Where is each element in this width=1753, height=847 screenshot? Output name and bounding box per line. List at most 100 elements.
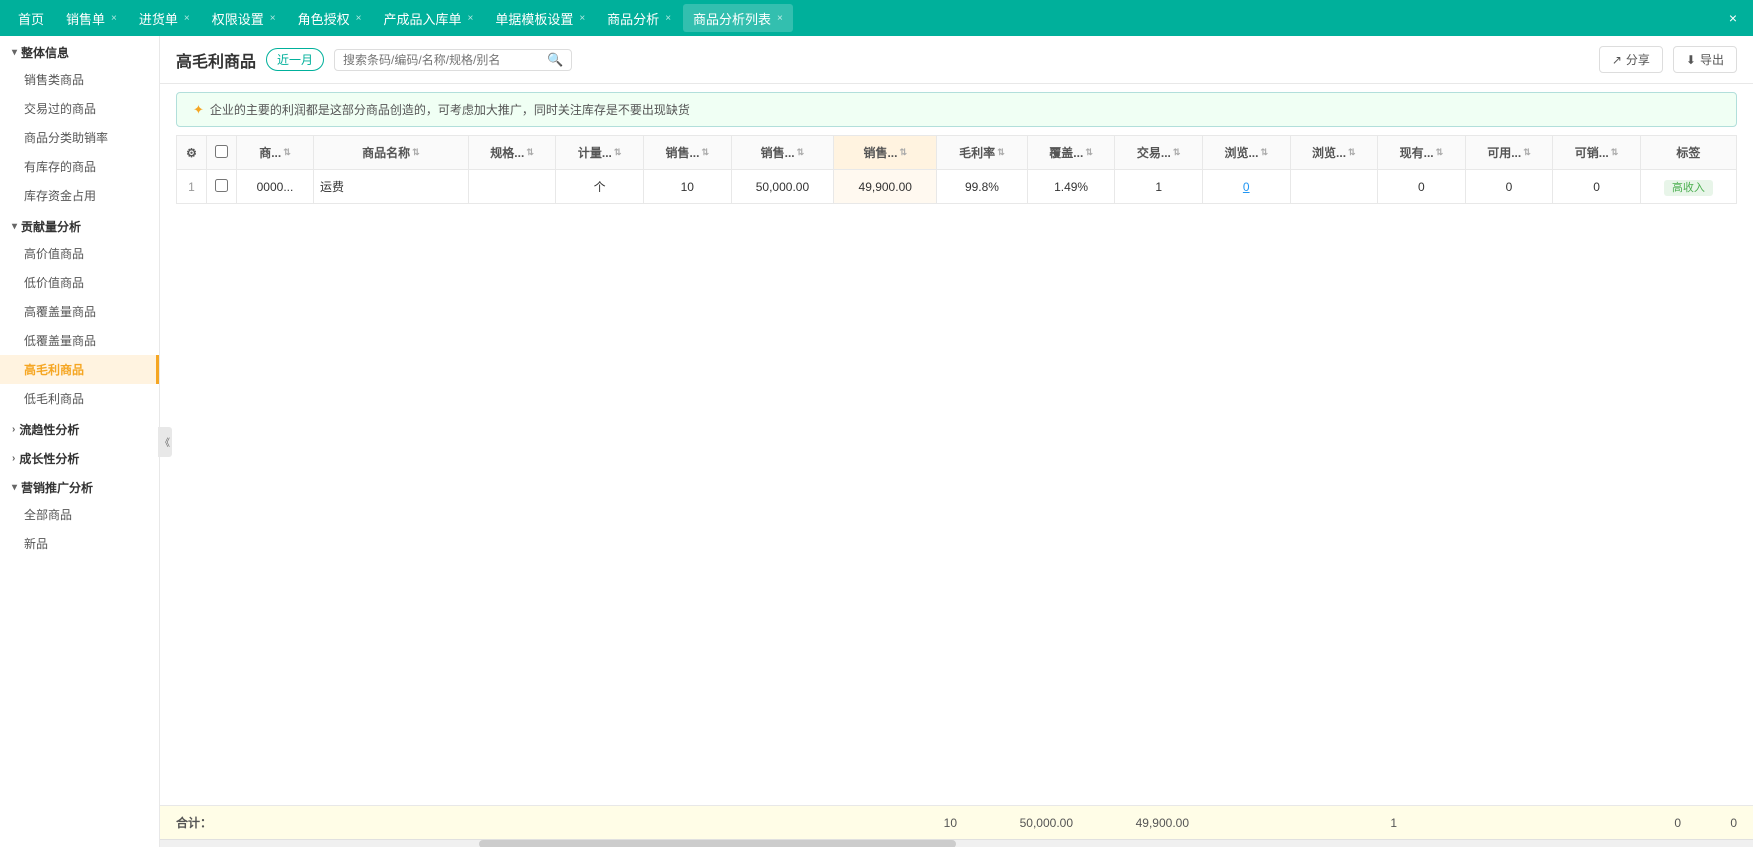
nav-tab-product-analysis[interactable]: 商品分析 × xyxy=(597,4,681,32)
sidebar-item-traded-goods[interactable]: 交易过的商品 xyxy=(0,94,159,123)
sidebar-group-overall[interactable]: ▾ 整体信息 xyxy=(0,36,159,65)
col-gross-margin[interactable]: 毛利率 ⇅ xyxy=(937,136,1028,170)
row-sales-cost: 49,900.00 xyxy=(834,170,937,204)
col-tag[interactable]: 标签 xyxy=(1640,136,1736,170)
sidebar-item-low-coverage[interactable]: 低覆盖量商品 xyxy=(0,326,159,355)
sidebar-item-sales-goods[interactable]: 销售类商品 xyxy=(0,65,159,94)
col-unit[interactable]: 计量... ⇅ xyxy=(556,136,644,170)
window-close-button[interactable]: × xyxy=(1721,6,1745,30)
expand-icon: ▾ xyxy=(12,221,17,232)
col-sellable[interactable]: 可销... ⇅ xyxy=(1553,136,1641,170)
sort-icon[interactable]: ⇅ xyxy=(997,147,1005,158)
close-icon[interactable]: × xyxy=(356,13,362,24)
date-filter-button[interactable]: 近一月 xyxy=(266,48,324,71)
row-select-checkbox[interactable] xyxy=(215,179,228,192)
col-trade[interactable]: 交易... ⇅ xyxy=(1115,136,1203,170)
col-coverage[interactable]: 覆盖... ⇅ xyxy=(1027,136,1115,170)
row-view2 xyxy=(1290,170,1378,204)
col-available[interactable]: 可用... ⇅ xyxy=(1465,136,1553,170)
sort-icon[interactable]: ⇅ xyxy=(1085,147,1093,158)
close-icon[interactable]: × xyxy=(467,13,473,24)
info-banner: ✦ 企业的主要的利润都是这部分商品创造的，可考虑加大推广，同时关注库存是不要出现… xyxy=(176,92,1737,127)
sidebar-item-low-value[interactable]: 低价值商品 xyxy=(0,268,159,297)
sidebar-item-stock-capital[interactable]: 库存资金占用 xyxy=(0,181,159,210)
sort-icon[interactable]: ⇅ xyxy=(701,147,709,158)
nav-tab-sales[interactable]: 销售单 × xyxy=(56,4,127,32)
close-icon[interactable]: × xyxy=(111,13,117,24)
col-view1[interactable]: 浏览... ⇅ xyxy=(1202,136,1290,170)
table-footer: 合计： 10 50,000.00 49,900.00 1 0 0 xyxy=(160,805,1753,839)
sidebar-item-stocked-goods[interactable]: 有库存的商品 xyxy=(0,152,159,181)
sidebar-group-contribution[interactable]: ▾ 贡献量分析 xyxy=(0,210,159,239)
col-spec[interactable]: 规格... ⇅ xyxy=(468,136,556,170)
col-name[interactable]: 商品名称 ⇅ xyxy=(313,136,468,170)
row-unit: 个 xyxy=(556,170,644,204)
row-tag: 高收入 xyxy=(1640,170,1736,204)
sidebar-collapse-button[interactable]: 《 xyxy=(158,427,172,457)
search-icon[interactable]: 🔍 xyxy=(547,52,563,68)
sort-icon[interactable]: ⇅ xyxy=(1260,147,1268,158)
nav-tab-product-entry[interactable]: 产成品入库单 × xyxy=(373,4,483,32)
sidebar-item-high-margin[interactable]: 高毛利商品 xyxy=(0,355,159,384)
sidebar-item-all-goods[interactable]: 全部商品 xyxy=(0,500,159,529)
sort-icon[interactable]: ⇅ xyxy=(614,147,622,158)
search-box: 🔍 xyxy=(334,49,572,71)
share-icon: ↗ xyxy=(1612,53,1622,67)
col-view2[interactable]: 浏览... ⇅ xyxy=(1290,136,1378,170)
sidebar-item-low-margin[interactable]: 低毛利商品 xyxy=(0,384,159,413)
sidebar-group-trend[interactable]: › 流趋性分析 xyxy=(0,413,159,442)
sort-icon[interactable]: ⇅ xyxy=(412,147,420,158)
close-icon[interactable]: × xyxy=(777,13,783,24)
sort-icon[interactable]: ⇅ xyxy=(899,147,907,158)
sort-icon[interactable]: ⇅ xyxy=(1436,147,1444,158)
col-code[interactable]: 商... ⇅ xyxy=(237,136,314,170)
close-icon[interactable]: × xyxy=(665,13,671,24)
close-icon[interactable]: × xyxy=(579,13,585,24)
sort-icon[interactable]: ⇅ xyxy=(526,147,534,158)
info-icon: ✦ xyxy=(193,102,204,118)
row-name: 运费 xyxy=(313,170,468,204)
col-sales-cost[interactable]: 销售... ⇅ xyxy=(834,136,937,170)
sort-icon[interactable]: ⇅ xyxy=(1523,147,1531,158)
col-sales-qty[interactable]: 销售... ⇅ xyxy=(643,136,731,170)
expand-icon: ▾ xyxy=(12,482,17,493)
col-checkbox[interactable] xyxy=(207,136,237,170)
nav-tab-purchase[interactable]: 进货单 × xyxy=(129,4,200,32)
sort-icon[interactable]: ⇅ xyxy=(1611,147,1619,158)
horizontal-scrollbar[interactable] xyxy=(160,839,1753,847)
nav-tab-home[interactable]: 首页 xyxy=(8,4,54,32)
row-checkbox[interactable] xyxy=(207,170,237,204)
close-icon[interactable]: × xyxy=(270,13,276,24)
export-button[interactable]: ⬇ 导出 xyxy=(1673,46,1737,73)
sidebar-item-new-goods[interactable]: 新品 xyxy=(0,529,159,558)
col-sales-amount[interactable]: 销售... ⇅ xyxy=(731,136,834,170)
scrollbar-thumb[interactable] xyxy=(479,840,957,847)
sidebar-group-growth[interactable]: › 成长性分析 xyxy=(0,442,159,471)
search-input[interactable] xyxy=(343,53,543,67)
sort-icon[interactable]: ⇅ xyxy=(797,147,805,158)
nav-tab-product-analysis-list[interactable]: 商品分析列表 × xyxy=(683,4,793,32)
nav-tab-permissions[interactable]: 权限设置 × xyxy=(202,4,286,32)
sort-icon[interactable]: ⇅ xyxy=(1348,147,1356,158)
row-coverage: 1.49% xyxy=(1027,170,1115,204)
sidebar-group-marketing[interactable]: ▾ 营销推广分析 xyxy=(0,471,159,500)
content-header: 高毛利商品 近一月 🔍 ↗ 分享 ⬇ 导出 xyxy=(160,36,1753,84)
close-icon[interactable]: × xyxy=(184,13,190,24)
share-button[interactable]: ↗ 分享 xyxy=(1599,46,1663,73)
nav-tab-roles[interactable]: 角色授权 × xyxy=(288,4,372,32)
select-all-checkbox[interactable] xyxy=(215,145,228,158)
nav-tab-template-settings[interactable]: 单据模板设置 × xyxy=(485,4,595,32)
row-view1[interactable]: 0 xyxy=(1202,170,1290,204)
table-row: 1 0000... 运费 个 10 50,000.00 49,900.00 99… xyxy=(177,170,1737,204)
sidebar-item-category-rate[interactable]: 商品分类助销率 xyxy=(0,123,159,152)
row-current: 0 xyxy=(1378,170,1466,204)
col-current[interactable]: 现有... ⇅ xyxy=(1378,136,1466,170)
row-sellable: 0 xyxy=(1553,170,1641,204)
export-icon: ⬇ xyxy=(1686,53,1696,67)
col-settings[interactable]: ⚙ xyxy=(177,136,207,170)
sort-icon[interactable]: ⇅ xyxy=(1173,147,1181,158)
sort-icon[interactable]: ⇅ xyxy=(283,147,291,158)
row-available: 0 xyxy=(1465,170,1553,204)
sidebar-item-high-coverage[interactable]: 高覆盖量商品 xyxy=(0,297,159,326)
sidebar-item-high-value[interactable]: 高价值商品 xyxy=(0,239,159,268)
